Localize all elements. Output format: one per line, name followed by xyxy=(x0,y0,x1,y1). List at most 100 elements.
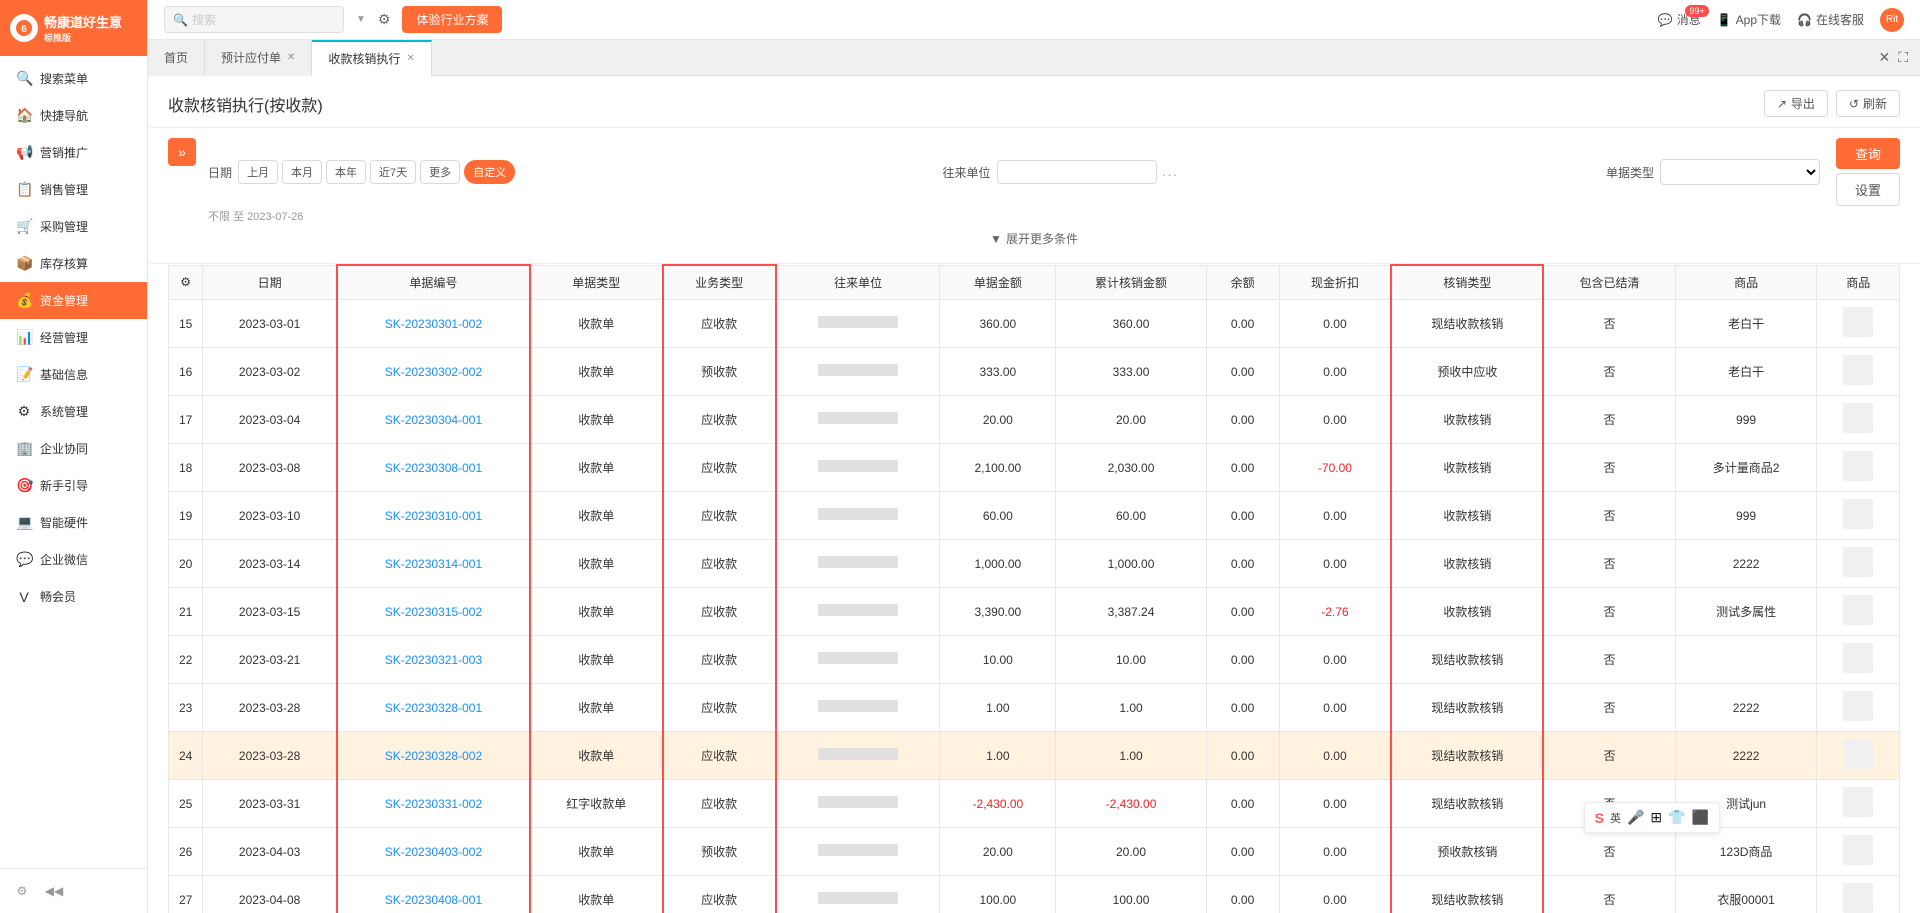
maximize-btn[interactable]: ⛶ xyxy=(1898,49,1908,66)
cell-product1: 2222 xyxy=(1675,684,1817,732)
filter-expand-btn[interactable]: » xyxy=(168,138,196,166)
cell-no: 17 xyxy=(169,396,203,444)
sidebar-item-quicknav[interactable]: 🏠 快捷导航 xyxy=(0,97,147,134)
cell-partner xyxy=(776,300,940,348)
user-avatar[interactable]: Rit xyxy=(1880,8,1904,32)
gear-icon[interactable]: ⚙ xyxy=(378,11,391,28)
cell-incl-settled: 否 xyxy=(1543,300,1675,348)
cell-partner xyxy=(776,444,940,492)
cell-verifytype: 现结收款核销 xyxy=(1391,876,1543,913)
col-partner: 往来单位 xyxy=(776,265,940,300)
close-all-tabs-btn[interactable]: ✕ xyxy=(1878,49,1890,66)
cell-verifytype: 收款核销 xyxy=(1391,492,1543,540)
query-btn[interactable]: 查询 xyxy=(1836,138,1900,169)
date-btn-7days[interactable]: 近7天 xyxy=(370,160,416,184)
sidebar-item-guide[interactable]: 🎯 新手引导 xyxy=(0,467,147,504)
tab-close-receipt[interactable]: ✕ xyxy=(406,53,414,64)
sidebar-item-sales[interactable]: 📋 销售管理 xyxy=(0,171,147,208)
export-icon: ↗ xyxy=(1777,97,1787,111)
tab-payable[interactable]: 预计应付单 ✕ xyxy=(205,40,312,76)
cell-amount: 1.00 xyxy=(940,732,1056,780)
cell-sn: SK-20230304-001 xyxy=(337,396,530,444)
col-settings[interactable]: ⚙ xyxy=(169,265,203,300)
cell-product2 xyxy=(1817,732,1900,780)
tab-home[interactable]: 首页 xyxy=(148,40,205,76)
cell-biztype: 预收款 xyxy=(663,828,776,876)
date-btn-custom[interactable]: 自定义 xyxy=(464,160,515,184)
expand-conditions-btn[interactable]: ▼ 展开更多条件 xyxy=(168,224,1900,253)
table-row: 23 2023-03-28 SK-20230328-001 收款单 应收款 1.… xyxy=(169,684,1900,732)
table-row: 27 2023-04-08 SK-20230408-001 收款单 应收款 10… xyxy=(169,876,1900,913)
cell-doctype: 收款单 xyxy=(530,300,663,348)
export-btn[interactable]: ↗ 导出 xyxy=(1764,90,1828,117)
collapse-btn[interactable]: ◀◀ xyxy=(42,879,66,903)
col-doctype: 单据类型 xyxy=(530,265,663,300)
cell-sn: SK-20230403-002 xyxy=(337,828,530,876)
cell-balance: 0.00 xyxy=(1206,540,1279,588)
cell-product2 xyxy=(1817,348,1900,396)
cell-sn: SK-20230328-001 xyxy=(337,684,530,732)
app-logo: 6 畅康道好生意 标推版 xyxy=(0,0,147,56)
cell-product1: 999 xyxy=(1675,396,1817,444)
date-btn-more[interactable]: 更多 xyxy=(420,160,460,184)
cell-date: 2023-03-21 xyxy=(203,636,337,684)
cell-amount: 333.00 xyxy=(940,348,1056,396)
cell-date: 2023-04-03 xyxy=(203,828,337,876)
cell-verifytype: 现结收款核销 xyxy=(1391,684,1543,732)
sidebar-item-system[interactable]: ⚙ 系统管理 xyxy=(0,393,147,430)
cell-balance: 0.00 xyxy=(1206,636,1279,684)
notification-btn[interactable]: 💬 消息 99+ xyxy=(1658,11,1701,28)
cell-date: 2023-03-15 xyxy=(203,588,337,636)
refresh-btn[interactable]: ↺ 刷新 xyxy=(1836,90,1900,117)
sidebar-item-search[interactable]: 🔍 搜索菜单 xyxy=(0,60,147,97)
topbar: 🔍 搜索 ▼ ⚙ 体验行业方案 💬 消息 99+ 📱 App下载 🎧 在线客服 … xyxy=(148,0,1920,40)
doctype-select[interactable] xyxy=(1660,159,1820,185)
sidebar-item-finance[interactable]: 💰 资金管理 xyxy=(0,282,147,319)
cell-no: 16 xyxy=(169,348,203,396)
date-btn-last-month[interactable]: 上月 xyxy=(238,160,278,184)
sidebar-item-inventory[interactable]: 📦 库存核算 xyxy=(0,245,147,282)
tab-receipt[interactable]: 收款核销执行 ✕ xyxy=(312,40,431,76)
sidebar-item-operation[interactable]: 📊 经营管理 xyxy=(0,319,147,356)
cell-product1: 多计量商品2 xyxy=(1675,444,1817,492)
col-sn: 单据编号 xyxy=(337,265,530,300)
topbar-search[interactable]: 🔍 搜索 xyxy=(164,6,344,33)
cell-no: 19 xyxy=(169,492,203,540)
cell-sn: SK-20230308-001 xyxy=(337,444,530,492)
tab-close-payable[interactable]: ✕ xyxy=(287,52,295,63)
settings-bottom-btn[interactable]: ⚙ xyxy=(10,879,34,903)
col-verifytype: 核销类型 xyxy=(1391,265,1543,300)
customer-service-btn[interactable]: 🎧 在线客服 xyxy=(1797,11,1864,28)
cell-no: 26 xyxy=(169,828,203,876)
cell-balance: 0.00 xyxy=(1206,300,1279,348)
marketing-icon: 📢 xyxy=(16,144,32,161)
sidebar-item-basic[interactable]: 📝 基础信息 xyxy=(0,356,147,393)
partner-input[interactable] xyxy=(997,160,1157,184)
filter-action-btns: 查询 设置 xyxy=(1836,138,1900,206)
cell-doctype: 收款单 xyxy=(530,588,663,636)
filter-controls: 日期 上月 本月 本年 近7天 更多 自定义 xyxy=(208,138,1900,224)
cell-verifytype: 预收款核销 xyxy=(1391,828,1543,876)
cell-product2 xyxy=(1817,300,1900,348)
cell-verifytype: 收款核销 xyxy=(1391,396,1543,444)
sidebar-item-marketing[interactable]: 📢 营销推广 xyxy=(0,134,147,171)
date-btn-this-month[interactable]: 本月 xyxy=(282,160,322,184)
cell-no: 27 xyxy=(169,876,203,913)
sidebar-item-hardware[interactable]: 💻 智能硬件 xyxy=(0,504,147,541)
tabs-right-actions: ✕ ⛶ xyxy=(1866,49,1920,66)
solution-btn[interactable]: 体验行业方案 xyxy=(402,6,502,33)
cell-product2 xyxy=(1817,540,1900,588)
app-download-btn[interactable]: 📱 App下载 xyxy=(1717,11,1781,28)
date-btn-this-year[interactable]: 本年 xyxy=(326,160,366,184)
cell-product1: 999 xyxy=(1675,492,1817,540)
filter-settings-btn[interactable]: 设置 xyxy=(1836,173,1900,206)
sidebar-item-member[interactable]: V 畅会员 xyxy=(0,578,147,615)
cell-amount: 360.00 xyxy=(940,300,1056,348)
sidebar-item-corp[interactable]: 🏢 企业协同 xyxy=(0,430,147,467)
sidebar-item-wechat[interactable]: 💬 企业微信 xyxy=(0,541,147,578)
cell-balance: 0.00 xyxy=(1206,684,1279,732)
cell-verifytype: 现结收款核销 xyxy=(1391,732,1543,780)
cell-amount: 20.00 xyxy=(940,828,1056,876)
sidebar-item-purchase[interactable]: 🛒 采购管理 xyxy=(0,208,147,245)
cell-verifytype: 收款核销 xyxy=(1391,444,1543,492)
